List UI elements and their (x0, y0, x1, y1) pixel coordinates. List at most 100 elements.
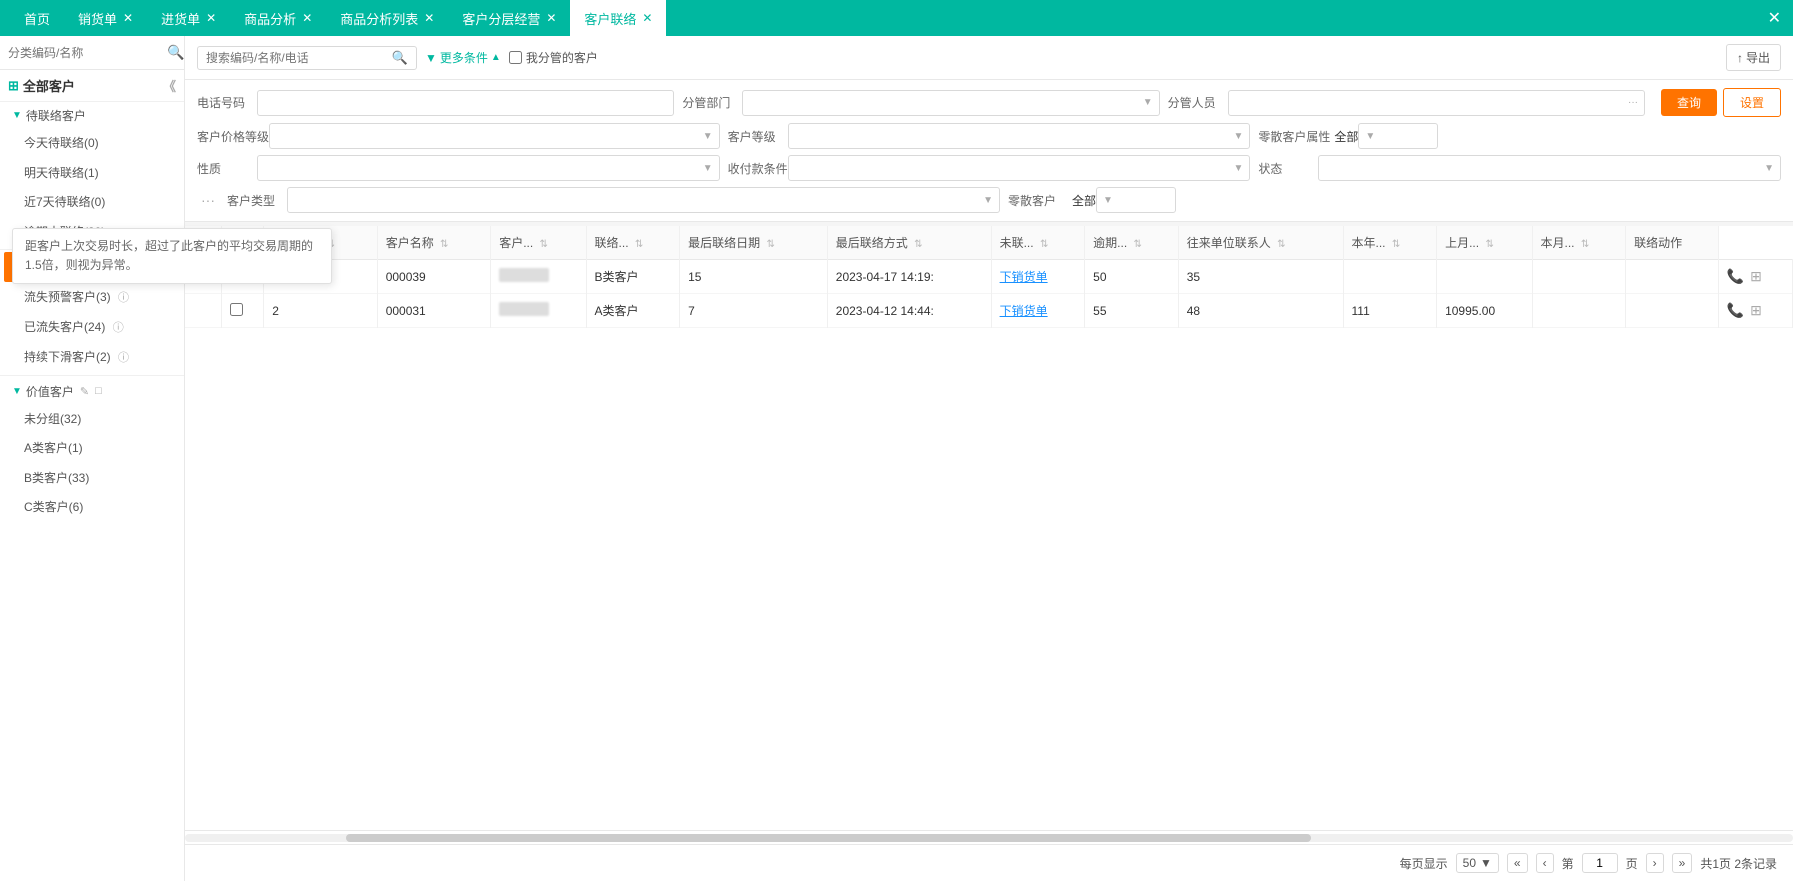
nav-home[interactable]: 首页 (10, 0, 64, 36)
customer-type-select[interactable]: ▼ (287, 187, 1000, 213)
export-button[interactable]: ↑ 导出 (1726, 44, 1781, 71)
close-icon[interactable]: ✕ (123, 11, 133, 25)
row-checkbox[interactable] (221, 294, 264, 328)
search-icon[interactable]: 🔍 (167, 44, 184, 61)
sidebar-item-churn-warning[interactable]: 流失预警客户(3) ⓘ (0, 283, 184, 313)
row-last-method[interactable]: 下销货单 (991, 294, 1085, 328)
nav-sales-order[interactable]: 销货单 ✕ (64, 0, 147, 36)
search-input[interactable] (206, 51, 392, 65)
person-select[interactable]: ··· (1228, 90, 1645, 116)
phone-label: 电话号码 (197, 94, 257, 111)
row-select-checkbox[interactable] (230, 303, 243, 316)
filter-person: 分管人员 ··· (1168, 90, 1645, 116)
row-contact-count: 7 (680, 294, 828, 328)
more-dots-icon[interactable]: ··· (197, 192, 219, 208)
phone-action-icon[interactable]: 📞 (1727, 268, 1744, 285)
horizontal-scrollbar[interactable] (185, 830, 1793, 844)
sidebar-all-customers[interactable]: ⊞ 全部客户 《 (0, 70, 184, 102)
nav-customer-tier[interactable]: 客户分层经营 ✕ (448, 0, 570, 36)
sort-icon[interactable]: ⇅ (635, 239, 643, 250)
price-level-select[interactable]: ▼ (269, 123, 720, 149)
sort-icon[interactable]: ⇅ (540, 239, 548, 250)
info-icon: ⓘ (118, 292, 129, 304)
query-button[interactable]: 查询 (1661, 89, 1717, 116)
customer-level-select[interactable]: ▼ (788, 123, 1251, 149)
sidebar-item-a-class[interactable]: A类客户(1) (0, 434, 184, 464)
page-number-input[interactable] (1582, 853, 1618, 873)
sidebar-group-value[interactable]: ▼ 价值客户 ✎ □ (0, 378, 184, 405)
filter-row-4: ··· 客户类型 ▼ 零散客户 全部 ▼ (197, 187, 1781, 213)
sidebar-item-tomorrow[interactable]: 明天待联络(1) (0, 159, 184, 189)
first-page-button[interactable]: « (1507, 853, 1528, 873)
sort-icon[interactable]: ⇅ (1134, 239, 1142, 250)
collapse-icon[interactable]: 《 (163, 76, 176, 95)
prev-page-button[interactable]: ‹ (1536, 853, 1554, 873)
filter-retail-attr: 零散客户属性 全部 ▼ (1258, 123, 1781, 149)
close-icon[interactable]: ✕ (424, 11, 434, 25)
row-not-contacted: 50 (1085, 260, 1179, 294)
sort-icon[interactable]: ⇅ (1277, 239, 1285, 250)
sidebar-item-churned[interactable]: 已流失客户(24) ⓘ (0, 313, 184, 343)
settings-button[interactable]: 设置 (1723, 88, 1781, 117)
nav-purchase-order[interactable]: 进货单 ✕ (147, 0, 230, 36)
grid-action-icon[interactable]: ⊞ (1750, 302, 1762, 319)
edit-icon[interactable]: ✎ (80, 385, 89, 398)
close-icon[interactable]: ✕ (642, 11, 652, 25)
payment-select[interactable]: ▼ (788, 155, 1251, 181)
retail-attr-select[interactable]: ▼ (1358, 123, 1438, 149)
sidebar-search-input[interactable] (8, 46, 163, 60)
row-last-method[interactable]: 下销货单 (991, 260, 1085, 294)
sort-icon[interactable]: ⇅ (1581, 239, 1589, 250)
more-conditions-button[interactable]: ▼ 更多条件 ▲ (425, 49, 501, 66)
retail-customer-label: 零散客户 (1008, 192, 1068, 209)
row-last-month (1532, 260, 1626, 294)
add-icon[interactable]: □ (95, 385, 102, 397)
last-page-button[interactable]: » (1672, 853, 1693, 873)
divider2 (0, 375, 184, 376)
my-customer-checkbox[interactable] (509, 51, 522, 64)
sort-icon[interactable]: ⇅ (440, 239, 448, 250)
col-name: 客户名称 ⇅ (377, 226, 491, 260)
per-page-select[interactable]: 50 ▼ (1456, 853, 1499, 873)
retail-customer-select[interactable]: ▼ (1096, 187, 1176, 213)
status-select[interactable]: ▼ (1318, 155, 1781, 181)
nature-select[interactable]: ▼ (257, 155, 720, 181)
payment-label: 收付款条件 (728, 160, 788, 177)
sidebar-item-ungroups[interactable]: 未分组(32) (0, 405, 184, 435)
right-content: 🔍 ▼ 更多条件 ▲ 我分管的客户 ↑ 导出 电话号码 (185, 36, 1793, 881)
phone-action-icon[interactable]: 📞 (1727, 302, 1744, 319)
last-method-link[interactable]: 下销货单 (1000, 304, 1048, 318)
search-icon[interactable]: 🔍 (392, 50, 408, 66)
close-icon[interactable]: ✕ (546, 11, 556, 25)
row-overdue: 35 (1178, 260, 1343, 294)
window-close-icon[interactable]: ✕ (1768, 8, 1781, 28)
nav-product-list[interactable]: 商品分析列表 ✕ (326, 0, 448, 36)
filter-more-dots: ··· (197, 192, 219, 208)
my-customer-checkbox-area[interactable]: 我分管的客户 (509, 49, 598, 66)
last-method-link[interactable]: 下销货单 (1000, 270, 1048, 284)
sidebar-item-b-class[interactable]: B类客户(33) (0, 464, 184, 494)
sort-icon[interactable]: ⇅ (1392, 239, 1400, 250)
col-not-contacted-label: 未联... (1000, 236, 1034, 250)
sidebar-item-declining[interactable]: 持续下滑客户(2) ⓘ (0, 343, 184, 373)
dept-select[interactable]: ▼ (742, 90, 1159, 116)
export-icon: ↑ (1737, 51, 1743, 65)
sort-icon[interactable]: ⇅ (766, 239, 774, 250)
nav-customer-contact[interactable]: 客户联络 ✕ (570, 0, 666, 36)
scroll-thumb[interactable] (346, 834, 1311, 842)
sort-icon[interactable]: ⇅ (1040, 239, 1048, 250)
close-icon[interactable]: ✕ (206, 11, 216, 25)
sidebar-item-7days[interactable]: 近7天待联络(0) (0, 188, 184, 218)
sidebar-item-today[interactable]: 今天待联络(0) (0, 129, 184, 159)
sidebar-item-c-class[interactable]: C类客户(6) (0, 493, 184, 523)
grid-action-icon[interactable]: ⊞ (1750, 268, 1762, 285)
dots-icon: ··· (1628, 97, 1638, 108)
sort-icon[interactable]: ⇅ (914, 239, 922, 250)
sort-icon[interactable]: ⇅ (1485, 239, 1493, 250)
next-page-button[interactable]: › (1646, 853, 1664, 873)
phone-input[interactable] (257, 90, 674, 116)
sidebar-group-pending[interactable]: ▼ 待联络客户 (0, 102, 184, 129)
nav-product-analysis[interactable]: 商品分析 ✕ (230, 0, 326, 36)
close-icon[interactable]: ✕ (302, 11, 312, 25)
filter-customer-level: 客户等级 ▼ (728, 123, 1251, 149)
